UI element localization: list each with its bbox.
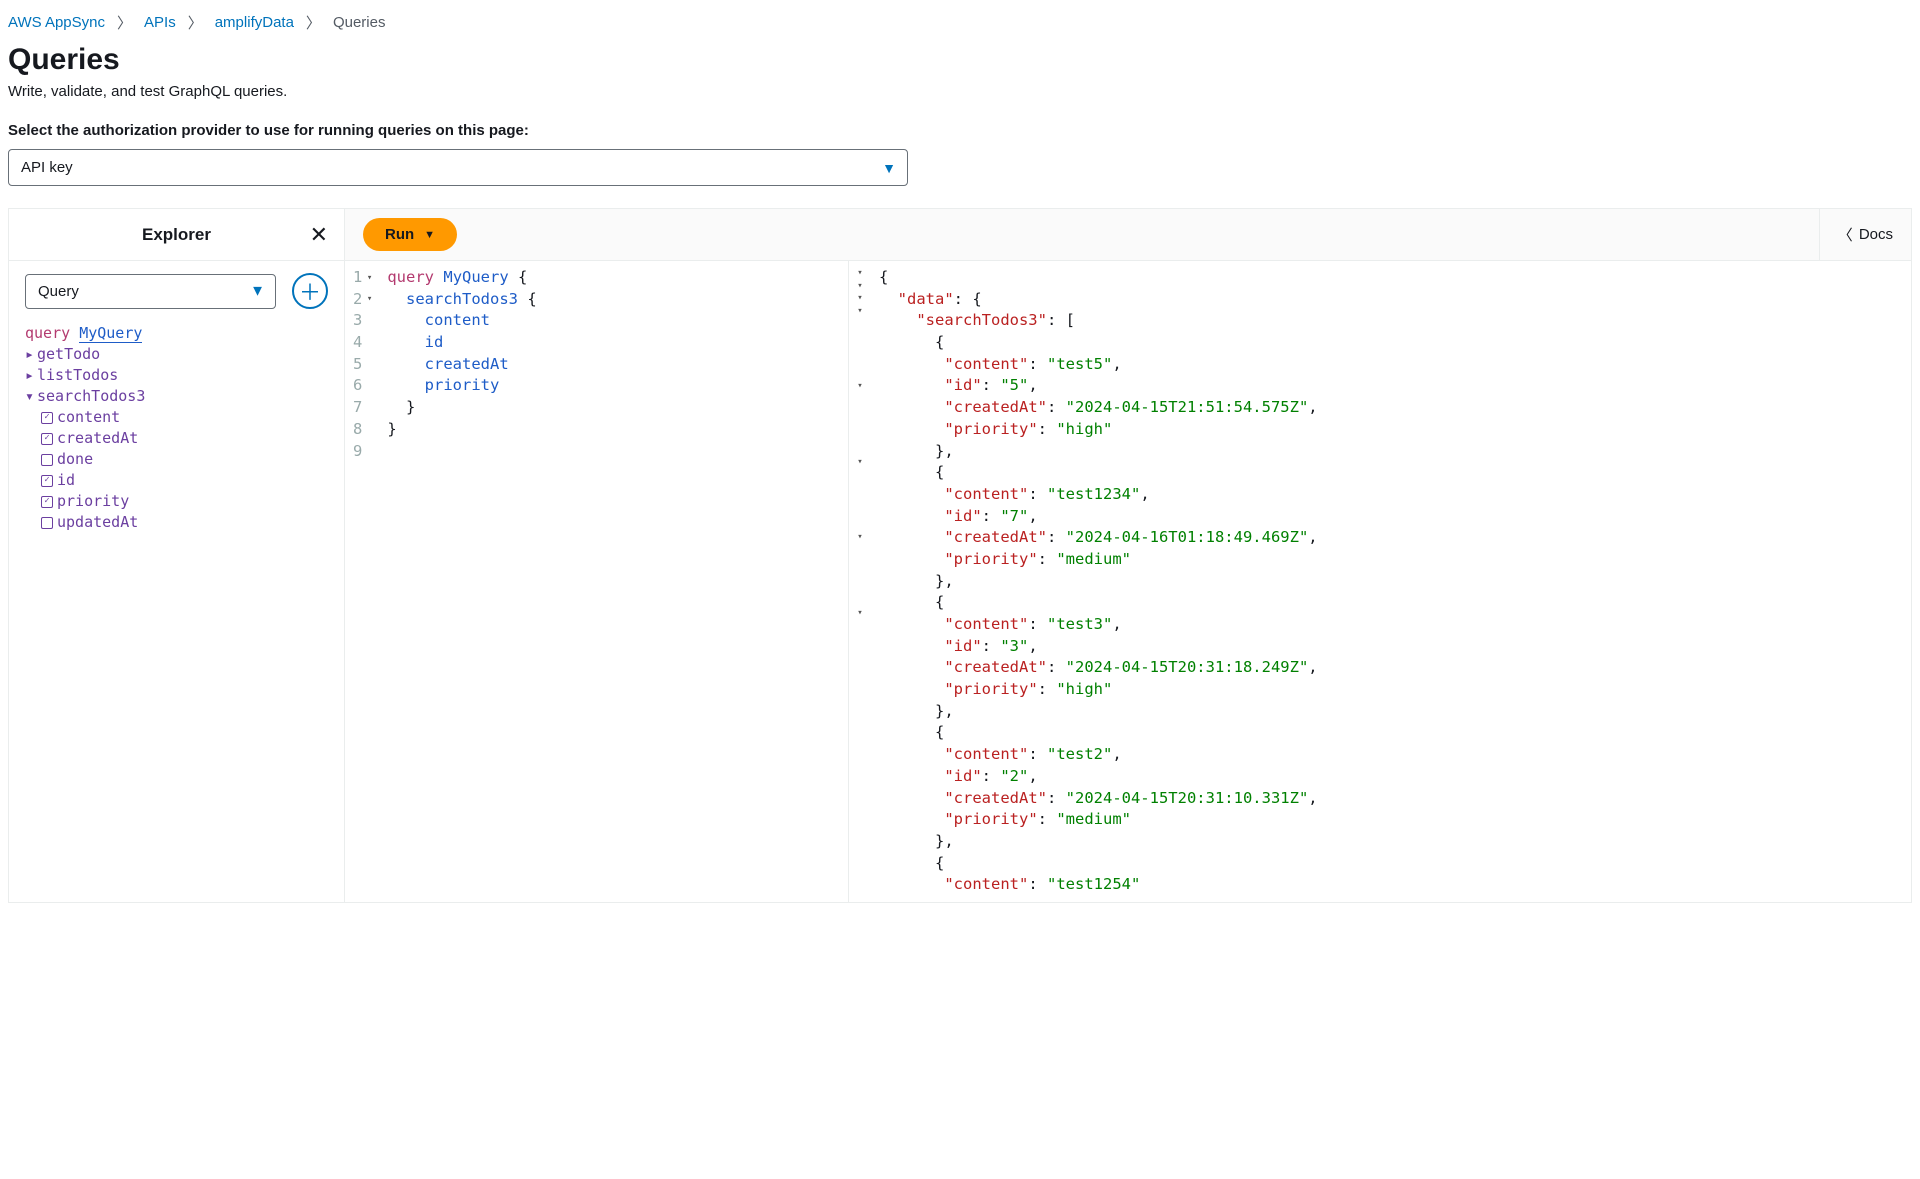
tree-node-searchTodos3[interactable]: ▾searchTodos3 [25, 386, 328, 407]
chevron-right-icon: 〉 [306, 12, 321, 33]
tree-field-content[interactable]: content [25, 407, 328, 428]
run-button[interactable]: Run ▼ [363, 218, 457, 251]
page-title: Queries [8, 43, 1912, 77]
editor-toolbar: Run ▼ 〈 Docs [345, 209, 1911, 261]
checkbox-icon[interactable] [41, 454, 53, 466]
operation-select[interactable]: Query ▼ [25, 274, 276, 309]
result-pane: ▾▾▾▾ ▾ ▾ ▾ ▾ { "data": { "searchTodos3":… [849, 261, 1911, 902]
docs-button[interactable]: 〈 Docs [1819, 209, 1893, 260]
checkbox-icon[interactable] [41, 496, 53, 508]
auth-select-value: API key [21, 159, 73, 176]
chevron-left-icon: 〈 [1838, 224, 1853, 245]
checkbox-icon[interactable] [41, 433, 53, 445]
docs-label: Docs [1859, 226, 1893, 243]
explorer-panel: Explorer ✕ Query ▼ ＋ query MyQuery▸getTo… [9, 209, 345, 902]
explorer-tree: query MyQuery▸getTodo▸listTodos▾searchTo… [25, 323, 328, 533]
auth-select[interactable]: API key ▼ [8, 149, 908, 186]
crumb-apis[interactable]: APIs [144, 14, 176, 31]
tree-node-listTodos[interactable]: ▸listTodos [25, 365, 328, 386]
run-button-label: Run [385, 226, 414, 243]
chevron-down-icon: ▼ [250, 283, 265, 300]
crumb-current: Queries [333, 14, 386, 31]
tree-field-done[interactable]: done [25, 449, 328, 470]
query-name[interactable]: MyQuery [79, 324, 142, 343]
chevron-right-icon: 〉 [117, 12, 132, 33]
add-operation-button[interactable]: ＋ [292, 273, 328, 309]
crumb-appsync[interactable]: AWS AppSync [8, 14, 105, 31]
explorer-title: Explorer [142, 225, 211, 245]
tree-node-getTodo[interactable]: ▸getTodo [25, 344, 328, 365]
tree-field-updatedAt[interactable]: updatedAt [25, 512, 328, 533]
tree-field-createdAt[interactable]: createdAt [25, 428, 328, 449]
page-subtitle: Write, validate, and test GraphQL querie… [8, 83, 1912, 100]
auth-label: Select the authorization provider to use… [8, 122, 1912, 139]
checkbox-icon[interactable] [41, 412, 53, 424]
crumb-amplifydata[interactable]: amplifyData [215, 14, 294, 31]
query-editor[interactable]: 1▾2▾3 4 5 6 7 8 9 query MyQuery { search… [345, 261, 849, 902]
breadcrumb: AWS AppSync 〉 APIs 〉 amplifyData 〉 Queri… [8, 8, 1912, 43]
checkbox-icon[interactable] [41, 517, 53, 529]
close-icon[interactable]: ✕ [310, 222, 328, 248]
chevron-right-icon: 〉 [188, 12, 203, 33]
chevron-down-icon: ▼ [424, 229, 435, 241]
operation-select-value: Query [38, 283, 79, 300]
checkbox-icon[interactable] [41, 475, 53, 487]
tree-field-priority[interactable]: priority [25, 491, 328, 512]
tree-field-id[interactable]: id [25, 470, 328, 491]
